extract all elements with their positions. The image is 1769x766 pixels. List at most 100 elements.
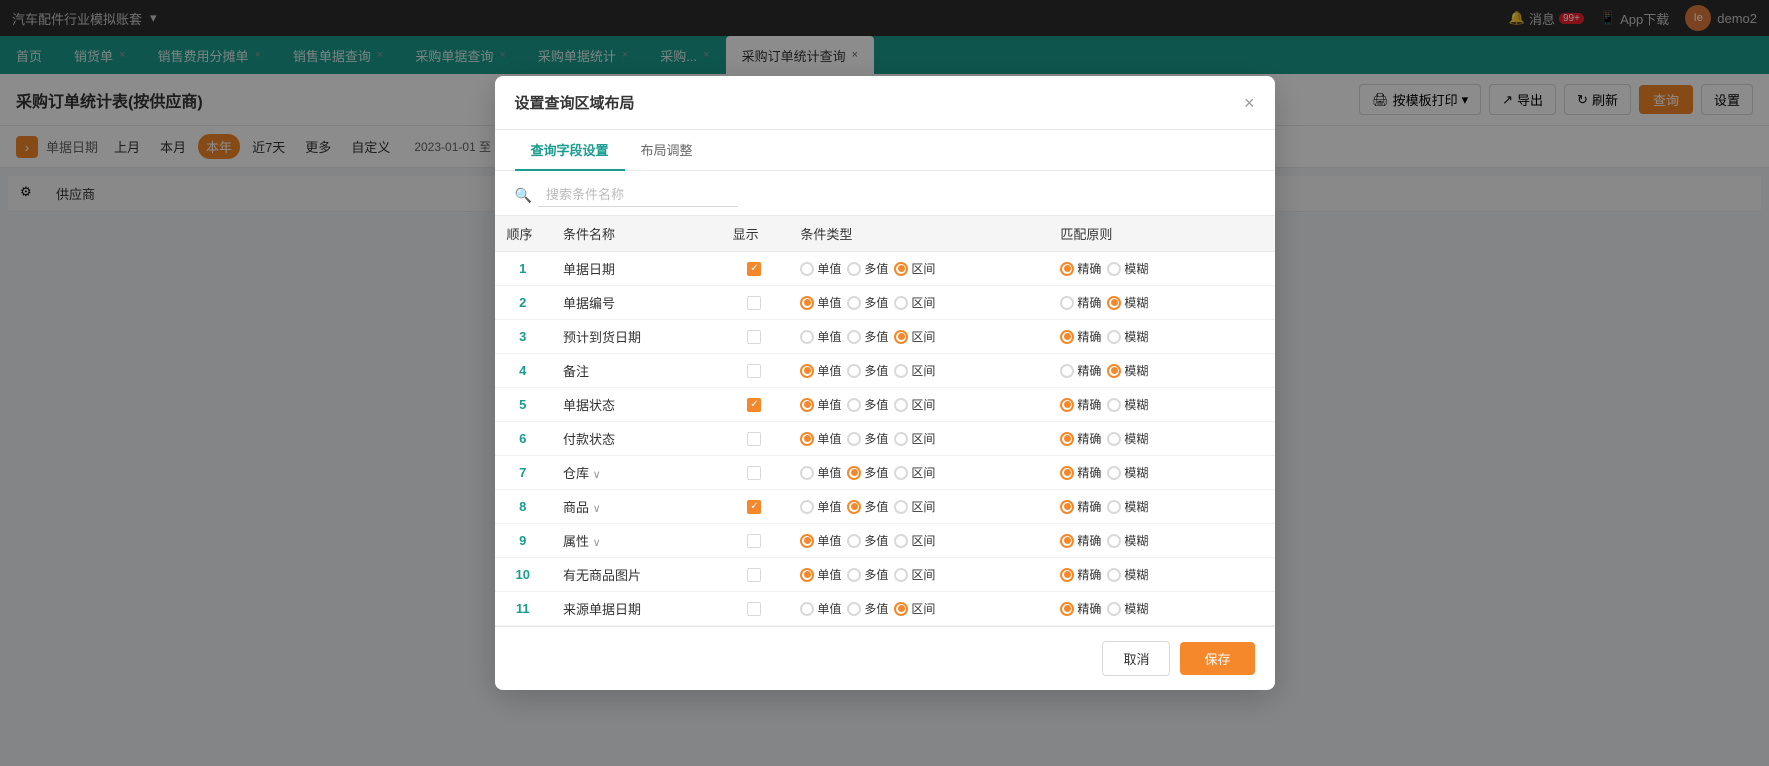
radio-type-多值[interactable]: 多值 [847, 362, 888, 379]
radio-type-多值[interactable]: 多值 [847, 396, 888, 413]
radio-type-区间[interactable]: 区间 [894, 260, 935, 277]
radio-rule-模糊[interactable]: 模糊 [1107, 328, 1148, 345]
row-show-checkbox[interactable] [721, 354, 789, 388]
row-show-checkbox[interactable] [721, 490, 789, 524]
row-show-checkbox[interactable] [721, 558, 789, 592]
radio-type-单值[interactable]: 单值 [800, 260, 841, 277]
radio-rule-模糊[interactable]: 模糊 [1107, 498, 1148, 515]
radio-type-多值[interactable]: 多值 [847, 328, 888, 345]
save-button[interactable]: 保存 [1180, 642, 1254, 675]
checkbox[interactable] [747, 364, 761, 378]
modal-close-button[interactable]: × [1244, 94, 1255, 112]
radio-type-单值[interactable]: 单值 [800, 464, 841, 481]
radio-rule-精确[interactable]: 精确 [1060, 498, 1101, 515]
row-show-checkbox[interactable] [721, 456, 789, 490]
radio-type-区间[interactable]: 区间 [894, 532, 935, 549]
radio-rule-精确[interactable]: 精确 [1060, 464, 1101, 481]
radio-rule-精确[interactable]: 精确 [1060, 430, 1101, 447]
radio-type-区间[interactable]: 区间 [894, 328, 935, 345]
radio-type-区间[interactable]: 区间 [894, 498, 935, 515]
tab-fields[interactable]: 查询字段设置 [515, 130, 625, 171]
row-show-checkbox[interactable] [721, 388, 789, 422]
radio-rule-精确[interactable]: 精确 [1060, 328, 1101, 345]
checkbox[interactable] [747, 296, 761, 310]
checkbox[interactable] [747, 534, 761, 548]
row-rule: 精确模糊 [1048, 558, 1274, 592]
radio-type-区间[interactable]: 区间 [894, 464, 935, 481]
cancel-button[interactable]: 取消 [1102, 641, 1170, 676]
radio-rule-精确[interactable]: 精确 [1060, 396, 1101, 413]
radio-type-多值[interactable]: 多值 [847, 464, 888, 481]
row-order: 5 [495, 388, 552, 422]
radio-label: 区间 [911, 498, 935, 515]
radio-type-区间[interactable]: 区间 [894, 430, 935, 447]
radio-circle [894, 466, 908, 480]
radio-type-多值[interactable]: 多值 [847, 600, 888, 617]
radio-rule-精确[interactable]: 精确 [1060, 600, 1101, 617]
row-show-checkbox[interactable] [721, 286, 789, 320]
radio-rule-精确[interactable]: 精确 [1060, 532, 1101, 549]
radio-rule-精确[interactable]: 精确 [1060, 260, 1101, 277]
radio-type-单值[interactable]: 单值 [800, 566, 841, 583]
radio-rule-模糊[interactable]: 模糊 [1107, 566, 1148, 583]
radio-circle [847, 568, 861, 582]
row-show-checkbox[interactable] [721, 422, 789, 456]
radio-type-多值[interactable]: 多值 [847, 498, 888, 515]
radio-rule-模糊[interactable]: 模糊 [1107, 396, 1148, 413]
checkbox[interactable] [747, 466, 761, 480]
th-show: 显示 [721, 216, 789, 252]
radio-label: 精确 [1077, 294, 1101, 311]
table-row: 4备注单值多值区间精确模糊 [495, 354, 1275, 388]
radio-type-单值[interactable]: 单值 [800, 328, 841, 345]
radio-type-区间[interactable]: 区间 [894, 362, 935, 379]
checkbox[interactable] [747, 330, 761, 344]
radio-rule-模糊[interactable]: 模糊 [1107, 362, 1148, 379]
radio-type-多值[interactable]: 多值 [847, 566, 888, 583]
row-show-checkbox[interactable] [721, 252, 789, 286]
radio-type-多值[interactable]: 多值 [847, 260, 888, 277]
radio-type-单值[interactable]: 单值 [800, 498, 841, 515]
radio-type-区间[interactable]: 区间 [894, 396, 935, 413]
checkbox[interactable] [747, 500, 761, 514]
checkbox[interactable] [747, 262, 761, 276]
radio-type-单值[interactable]: 单值 [800, 396, 841, 413]
radio-type-多值[interactable]: 多值 [847, 294, 888, 311]
checkbox[interactable] [747, 602, 761, 616]
radio-rule-精确[interactable]: 精确 [1060, 566, 1101, 583]
radio-type-单值[interactable]: 单值 [800, 430, 841, 447]
table-row: 11来源单据日期单值多值区间精确模糊 [495, 592, 1275, 626]
row-rule: 精确模糊 [1048, 490, 1274, 524]
radio-rule-模糊[interactable]: 模糊 [1107, 464, 1148, 481]
radio-type-单值[interactable]: 单值 [800, 600, 841, 617]
search-input[interactable] [538, 183, 738, 207]
radio-type-区间[interactable]: 区间 [894, 600, 935, 617]
radio-type-区间[interactable]: 区间 [894, 294, 935, 311]
row-name: 预计到货日期 [551, 320, 721, 354]
radio-rule-模糊[interactable]: 模糊 [1107, 600, 1148, 617]
radio-label: 单值 [817, 396, 841, 413]
radio-type-单值[interactable]: 单值 [800, 532, 841, 549]
radio-type-区间[interactable]: 区间 [894, 566, 935, 583]
row-show-checkbox[interactable] [721, 320, 789, 354]
radio-rule-模糊[interactable]: 模糊 [1107, 532, 1148, 549]
radio-rule-模糊[interactable]: 模糊 [1107, 430, 1148, 447]
radio-rule-模糊[interactable]: 模糊 [1107, 294, 1148, 311]
radio-circle [847, 330, 861, 344]
radio-circle [800, 262, 814, 276]
modal-overlay[interactable]: 设置查询区域布局 × 查询字段设置 布局调整 🔍 顺序 条件名称 显示 条件类型 [0, 0, 1769, 766]
radio-circle [1107, 602, 1121, 616]
radio-label: 多值 [864, 396, 888, 413]
checkbox[interactable] [747, 398, 761, 412]
row-show-checkbox[interactable] [721, 524, 789, 558]
radio-rule-精确[interactable]: 精确 [1060, 362, 1101, 379]
radio-type-多值[interactable]: 多值 [847, 532, 888, 549]
checkbox[interactable] [747, 568, 761, 582]
radio-type-多值[interactable]: 多值 [847, 430, 888, 447]
radio-type-单值[interactable]: 单值 [800, 294, 841, 311]
row-show-checkbox[interactable] [721, 592, 789, 626]
radio-rule-精确[interactable]: 精确 [1060, 294, 1101, 311]
tab-layout[interactable]: 布局调整 [625, 130, 709, 171]
radio-type-单值[interactable]: 单值 [800, 362, 841, 379]
radio-rule-模糊[interactable]: 模糊 [1107, 260, 1148, 277]
checkbox[interactable] [747, 432, 761, 446]
